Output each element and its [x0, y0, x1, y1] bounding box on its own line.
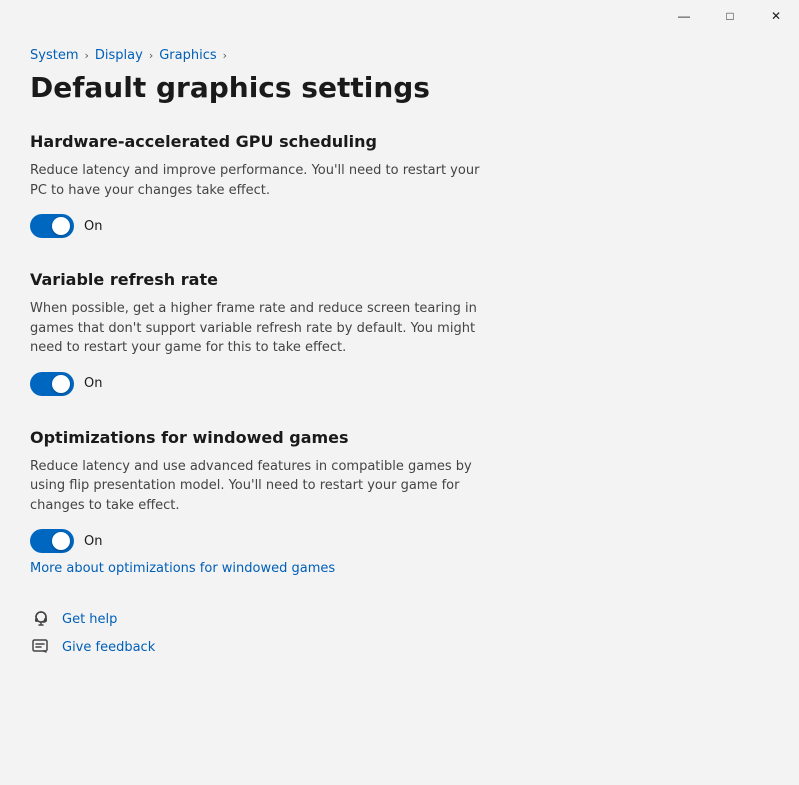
separator-2: ›	[149, 49, 153, 62]
windowed-games-toggle-row: On	[30, 529, 720, 553]
page-title-row: Default graphics settings	[30, 71, 720, 104]
footer: Get help Give feedback	[30, 608, 720, 658]
gpu-scheduling-title: Hardware-accelerated GPU scheduling	[30, 132, 720, 151]
main-content: System › Display › Graphics › Default gr…	[0, 0, 760, 688]
maximize-button[interactable]: □	[707, 0, 753, 32]
variable-refresh-section: Variable refresh rate When possible, get…	[30, 270, 720, 396]
separator-3: ›	[223, 49, 227, 62]
breadcrumb: System › Display › Graphics ›	[30, 48, 720, 63]
feedback-icon	[30, 636, 52, 658]
toggle-thumb-1	[52, 217, 70, 235]
get-help-link[interactable]: Get help	[62, 612, 117, 627]
windowed-games-desc: Reduce latency and use advanced features…	[30, 457, 490, 516]
breadcrumb-graphics[interactable]: Graphics	[159, 48, 216, 63]
toggle-thumb-3	[52, 532, 70, 550]
breadcrumb-system[interactable]: System	[30, 48, 78, 63]
gpu-scheduling-section: Hardware-accelerated GPU scheduling Redu…	[30, 132, 720, 238]
windowed-games-toggle-label: On	[84, 534, 102, 549]
gpu-scheduling-toggle-label: On	[84, 219, 102, 234]
separator-1: ›	[84, 49, 88, 62]
variable-refresh-toggle-row: On	[30, 372, 720, 396]
titlebar: — □ ✕	[661, 0, 799, 32]
variable-refresh-toggle[interactable]	[30, 372, 74, 396]
windowed-games-link[interactable]: More about optimizations for windowed ga…	[30, 561, 335, 576]
toggle-thumb-2	[52, 375, 70, 393]
page-title: Default graphics settings	[30, 71, 720, 104]
minimize-button[interactable]: —	[661, 0, 707, 32]
variable-refresh-toggle-label: On	[84, 376, 102, 391]
give-feedback-link[interactable]: Give feedback	[62, 640, 155, 655]
gpu-scheduling-desc: Reduce latency and improve performance. …	[30, 161, 490, 200]
get-help-item[interactable]: Get help	[30, 608, 720, 630]
windowed-games-title: Optimizations for windowed games	[30, 428, 720, 447]
windowed-games-section: Optimizations for windowed games Reduce …	[30, 428, 720, 577]
close-button[interactable]: ✕	[753, 0, 799, 32]
gpu-scheduling-toggle[interactable]	[30, 214, 74, 238]
variable-refresh-desc: When possible, get a higher frame rate a…	[30, 299, 490, 358]
variable-refresh-title: Variable refresh rate	[30, 270, 720, 289]
gpu-scheduling-toggle-row: On	[30, 214, 720, 238]
give-feedback-item[interactable]: Give feedback	[30, 636, 720, 658]
breadcrumb-display[interactable]: Display	[95, 48, 143, 63]
windowed-games-toggle[interactable]	[30, 529, 74, 553]
headset-icon	[30, 608, 52, 630]
